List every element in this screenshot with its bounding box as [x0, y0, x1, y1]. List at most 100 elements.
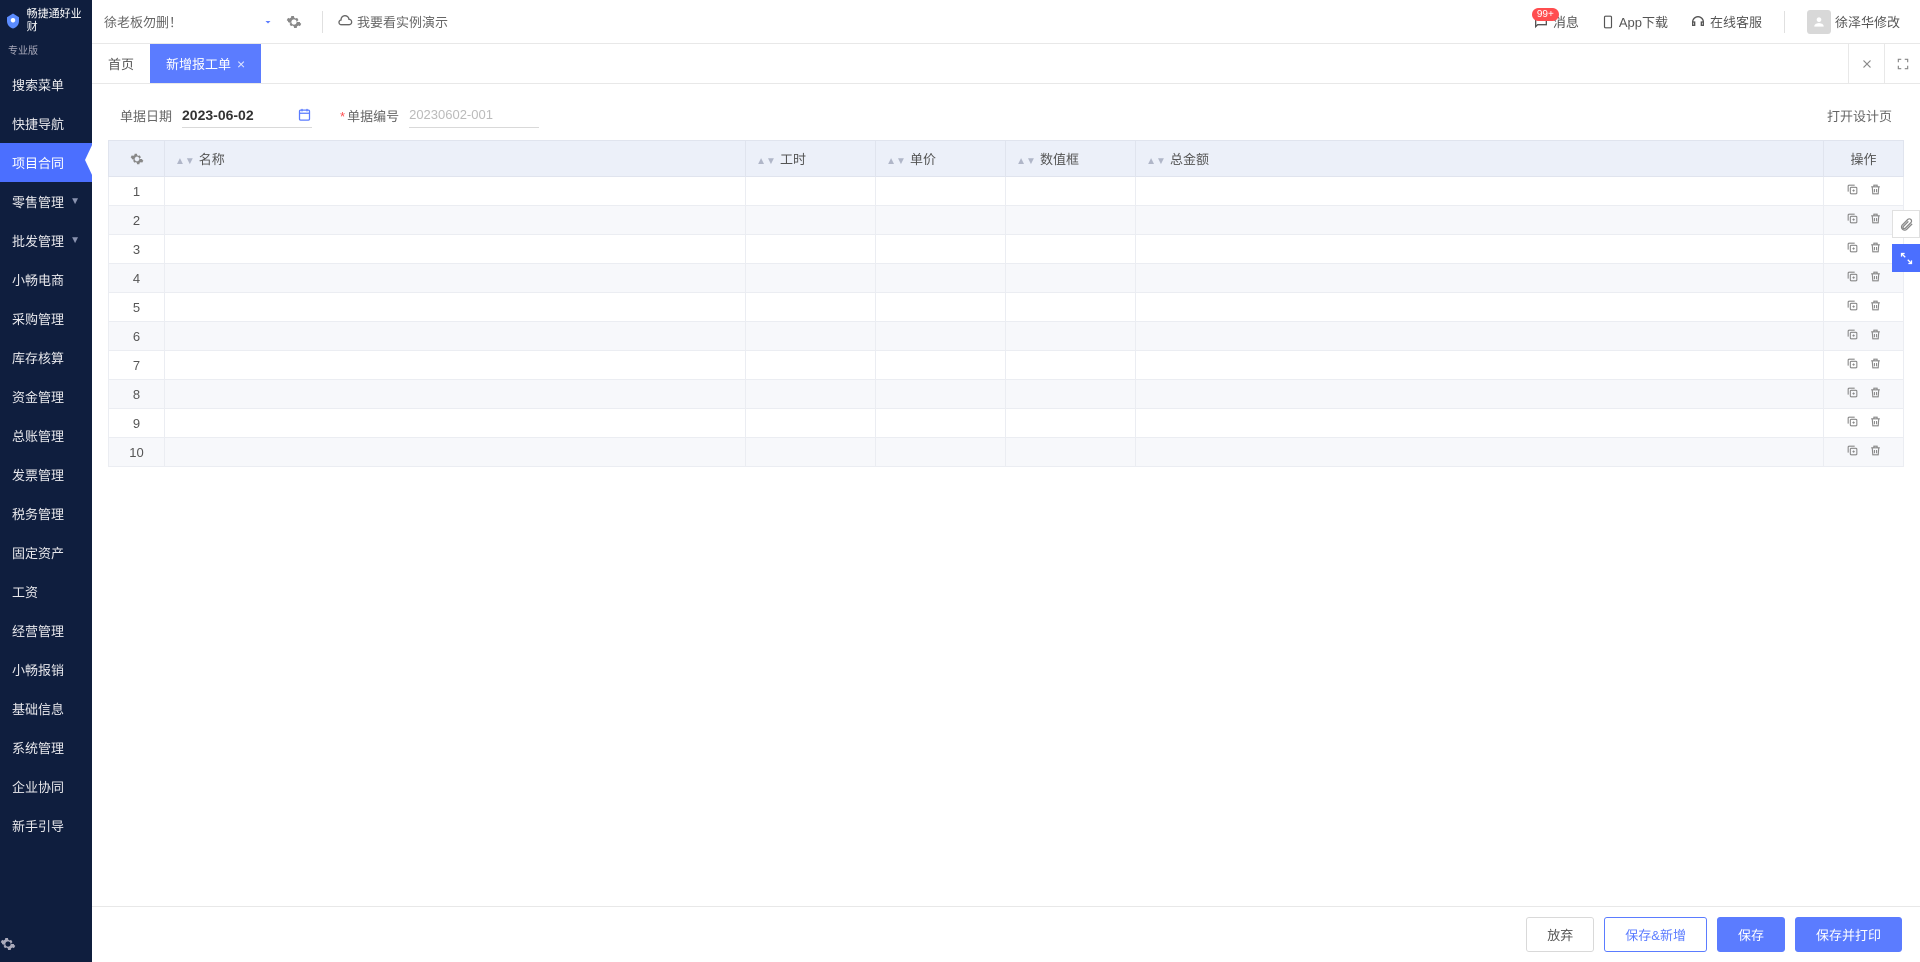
- cell[interactable]: [165, 380, 746, 409]
- nav-item-11[interactable]: 税务管理: [0, 494, 92, 533]
- cell[interactable]: [1006, 293, 1136, 322]
- cell[interactable]: [1006, 380, 1136, 409]
- cell[interactable]: [746, 322, 876, 351]
- cell[interactable]: [165, 264, 746, 293]
- save-button[interactable]: 保存: [1717, 917, 1785, 952]
- cell[interactable]: [746, 438, 876, 467]
- fullscreen-toggle[interactable]: [1884, 44, 1920, 83]
- copy-row-icon[interactable]: [1846, 415, 1859, 428]
- cell[interactable]: [1136, 351, 1824, 380]
- delete-row-icon[interactable]: [1869, 212, 1882, 225]
- cell[interactable]: [1136, 206, 1824, 235]
- cell[interactable]: [746, 351, 876, 380]
- cell[interactable]: [165, 235, 746, 264]
- cell[interactable]: [746, 177, 876, 206]
- settings-icon[interactable]: [280, 8, 308, 36]
- nav-item-9[interactable]: 总账管理: [0, 416, 92, 455]
- cell[interactable]: [876, 380, 1006, 409]
- cell[interactable]: [876, 438, 1006, 467]
- nav-item-12[interactable]: 固定资产: [0, 533, 92, 572]
- col-name[interactable]: ▲▼名称: [165, 141, 746, 177]
- app-download-button[interactable]: App下载: [1593, 12, 1676, 31]
- cell[interactable]: [1136, 235, 1824, 264]
- cell[interactable]: [1006, 322, 1136, 351]
- code-input[interactable]: [409, 102, 539, 128]
- user-menu[interactable]: 徐泽华修改: [1799, 10, 1908, 34]
- nav-item-16[interactable]: 基础信息: [0, 689, 92, 728]
- delete-row-icon[interactable]: [1869, 270, 1882, 283]
- delete-row-icon[interactable]: [1869, 386, 1882, 399]
- copy-row-icon[interactable]: [1846, 444, 1859, 457]
- col-total[interactable]: ▲▼总金额: [1136, 141, 1824, 177]
- cell[interactable]: [1136, 380, 1824, 409]
- delete-row-icon[interactable]: [1869, 357, 1882, 370]
- nav-item-15[interactable]: 小畅报销: [0, 650, 92, 689]
- cell[interactable]: [1136, 177, 1824, 206]
- cell[interactable]: [1136, 264, 1824, 293]
- copy-row-icon[interactable]: [1846, 328, 1859, 341]
- nav-item-6[interactable]: 采购管理: [0, 299, 92, 338]
- col-number[interactable]: ▲▼数值框: [1006, 141, 1136, 177]
- copy-row-icon[interactable]: [1846, 270, 1859, 283]
- expand-button[interactable]: [1892, 244, 1920, 272]
- nav-item-7[interactable]: 库存核算: [0, 338, 92, 377]
- col-settings[interactable]: [109, 141, 165, 177]
- cell[interactable]: [1006, 438, 1136, 467]
- col-price[interactable]: ▲▼单价: [876, 141, 1006, 177]
- open-design-link[interactable]: 打开设计页: [1827, 106, 1892, 125]
- messages-button[interactable]: 99+ 消息: [1525, 12, 1587, 31]
- cell[interactable]: [1136, 438, 1824, 467]
- nav-item-1[interactable]: 快捷导航: [0, 104, 92, 143]
- cell[interactable]: [876, 322, 1006, 351]
- delete-row-icon[interactable]: [1869, 299, 1882, 312]
- copy-row-icon[interactable]: [1846, 183, 1859, 196]
- cell[interactable]: [1006, 206, 1136, 235]
- company-selector[interactable]: 徐老板勿删！: [104, 12, 274, 31]
- cell[interactable]: [165, 409, 746, 438]
- nav-item-0[interactable]: 搜索菜单: [0, 65, 92, 104]
- nav-item-17[interactable]: 系统管理: [0, 728, 92, 767]
- cell[interactable]: [746, 206, 876, 235]
- cell[interactable]: [876, 264, 1006, 293]
- copy-row-icon[interactable]: [1846, 212, 1859, 225]
- nav-item-14[interactable]: 经营管理: [0, 611, 92, 650]
- cell[interactable]: [1136, 322, 1824, 351]
- cell[interactable]: [165, 351, 746, 380]
- cell[interactable]: [1006, 351, 1136, 380]
- attachment-button[interactable]: [1892, 210, 1920, 238]
- delete-row-icon[interactable]: [1869, 241, 1882, 254]
- cell[interactable]: [1006, 235, 1136, 264]
- cell[interactable]: [746, 409, 876, 438]
- nav-item-3[interactable]: 零售管理▼: [0, 182, 92, 221]
- discard-button[interactable]: 放弃: [1526, 917, 1594, 952]
- copy-row-icon[interactable]: [1846, 299, 1859, 312]
- close-all-tabs[interactable]: [1848, 44, 1884, 83]
- tab-1[interactable]: 新增报工单×: [150, 44, 261, 83]
- cell[interactable]: [746, 235, 876, 264]
- copy-row-icon[interactable]: [1846, 386, 1859, 399]
- delete-row-icon[interactable]: [1869, 328, 1882, 341]
- cell[interactable]: [1006, 409, 1136, 438]
- save-new-button[interactable]: 保存&新增: [1604, 917, 1707, 952]
- close-icon[interactable]: ×: [237, 56, 245, 72]
- cell[interactable]: [876, 235, 1006, 264]
- cell[interactable]: [1006, 177, 1136, 206]
- nav-item-19[interactable]: 新手引导: [0, 806, 92, 845]
- nav-item-5[interactable]: 小畅电商: [0, 260, 92, 299]
- col-hours[interactable]: ▲▼工时: [746, 141, 876, 177]
- cell[interactable]: [876, 206, 1006, 235]
- nav-item-8[interactable]: 资金管理: [0, 377, 92, 416]
- sidebar-settings[interactable]: [0, 926, 92, 962]
- support-button[interactable]: 在线客服: [1682, 12, 1770, 31]
- cell[interactable]: [1006, 264, 1136, 293]
- cell[interactable]: [165, 177, 746, 206]
- cell[interactable]: [746, 264, 876, 293]
- copy-row-icon[interactable]: [1846, 357, 1859, 370]
- cell[interactable]: [876, 409, 1006, 438]
- nav-item-18[interactable]: 企业协同: [0, 767, 92, 806]
- cell[interactable]: [876, 351, 1006, 380]
- cell[interactable]: [165, 293, 746, 322]
- nav-item-4[interactable]: 批发管理▼: [0, 221, 92, 260]
- save-print-button[interactable]: 保存并打印: [1795, 917, 1902, 952]
- cell[interactable]: [746, 380, 876, 409]
